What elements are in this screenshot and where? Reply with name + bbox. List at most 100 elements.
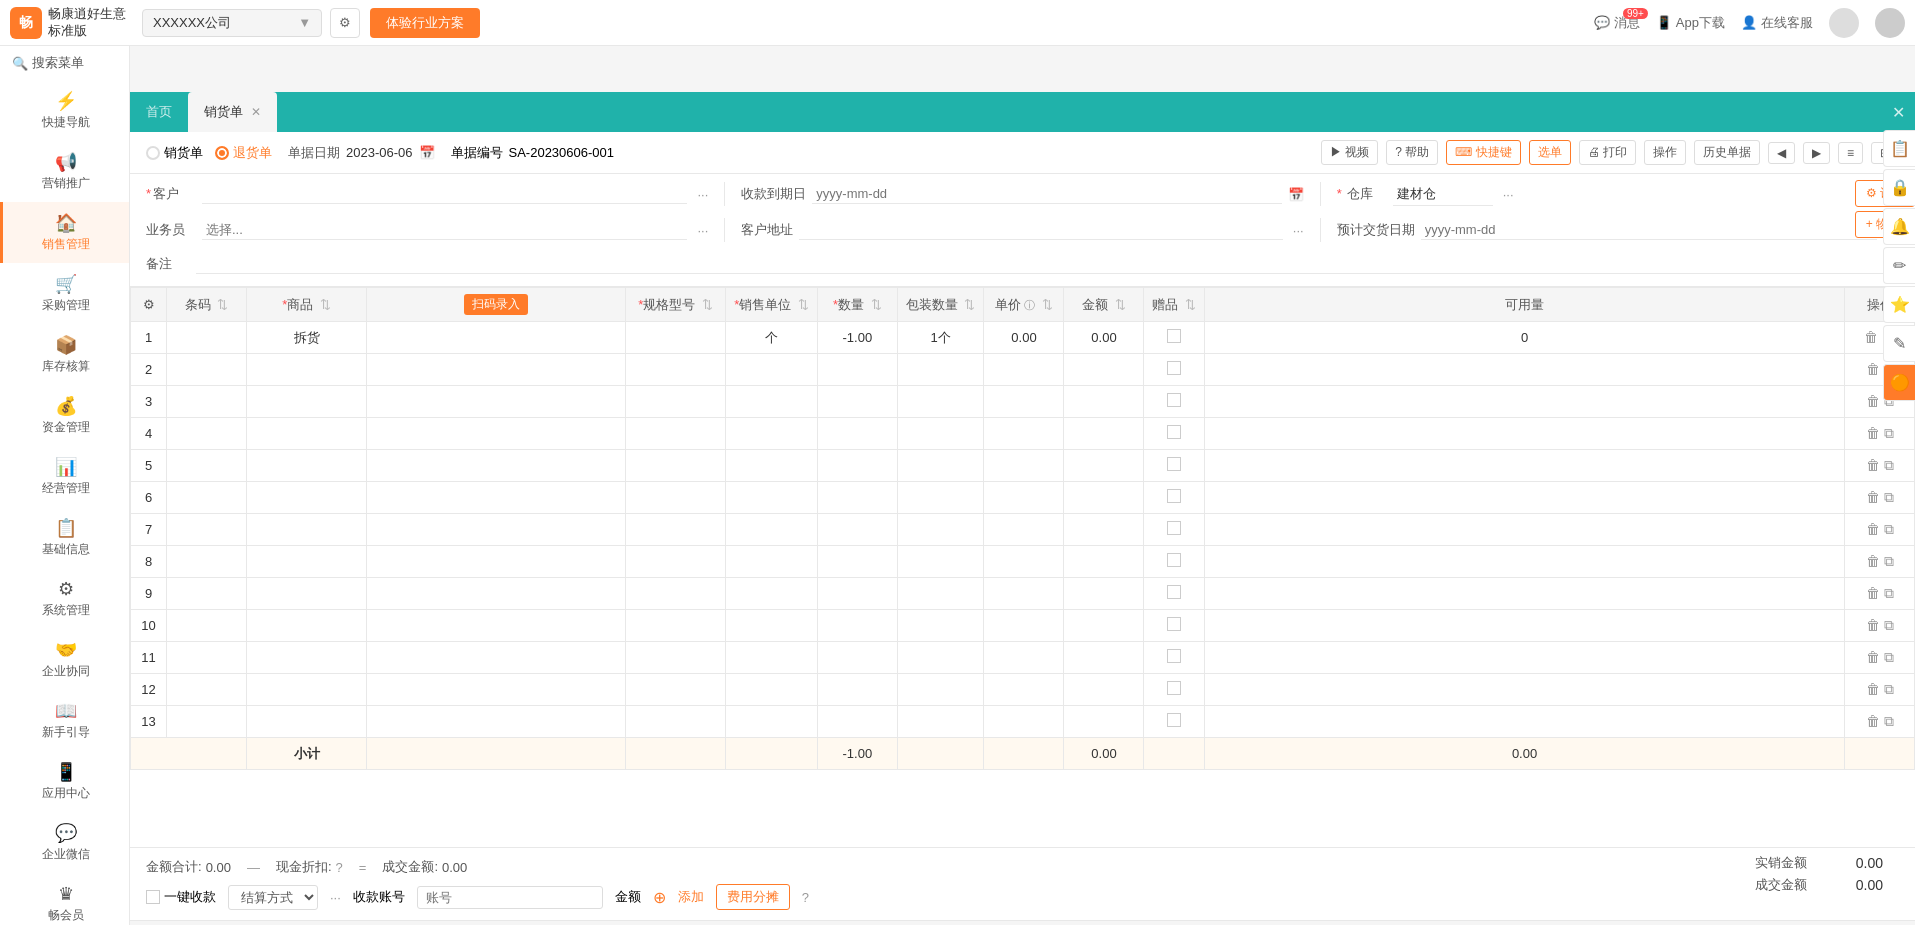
- avatar-2[interactable]: [1875, 8, 1905, 38]
- expense-question-icon[interactable]: ?: [802, 890, 809, 905]
- right-panel-btn-5[interactable]: ⭐: [1883, 286, 1915, 323]
- delete-btn[interactable]: 🗑: [1864, 647, 1882, 667]
- right-panel-btn-1[interactable]: 📋: [1883, 130, 1915, 167]
- add-label[interactable]: 添加: [678, 888, 704, 906]
- row-unit[interactable]: 个: [726, 322, 818, 354]
- help-btn[interactable]: ? 帮助: [1386, 140, 1438, 165]
- salesman-dots[interactable]: ···: [697, 223, 708, 238]
- shortcut-btn[interactable]: ⌨ 快捷键: [1446, 140, 1520, 165]
- delete-btn[interactable]: 🗑: [1864, 423, 1882, 443]
- sidebar-item-app-center[interactable]: 📱 应用中心: [0, 751, 129, 812]
- delete-btn[interactable]: 🗑: [1864, 519, 1882, 539]
- sidebar-item-operations[interactable]: 📊 经营管理: [0, 446, 129, 507]
- tab-sales[interactable]: 销货单 ✕: [188, 92, 277, 132]
- video-btn[interactable]: ▶ 视频: [1321, 140, 1378, 165]
- app-download-item[interactable]: 📱 App下载: [1656, 14, 1725, 32]
- row-barcode[interactable]: [167, 322, 247, 354]
- row-gift[interactable]: [1144, 322, 1205, 354]
- sidebar-item-finance[interactable]: 💰 资金管理: [0, 385, 129, 446]
- due-date-calendar-icon[interactable]: 📅: [1288, 187, 1304, 202]
- delete-btn[interactable]: 🗑: [1864, 711, 1882, 731]
- right-panel-btn-6[interactable]: ✎: [1883, 325, 1915, 362]
- one-click-payment-checkbox[interactable]: 一键收款: [146, 888, 216, 906]
- row-amount[interactable]: 0.00: [1064, 322, 1144, 354]
- trial-button[interactable]: 体验行业方案: [370, 8, 480, 38]
- sidebar-item-system[interactable]: ⚙ 系统管理: [0, 568, 129, 629]
- sidebar-item-beginner[interactable]: 📖 新手引导: [0, 690, 129, 751]
- expected-date-input[interactable]: [1421, 220, 1877, 240]
- sidebar-item-enterprise[interactable]: 🤝 企业协同: [0, 629, 129, 690]
- delete-btn[interactable]: 🗑: [1864, 551, 1882, 571]
- company-selector[interactable]: XXXXXX公司 ▼: [142, 9, 322, 37]
- calc-method-select[interactable]: 结算方式: [228, 885, 318, 910]
- copy-btn[interactable]: ⧉: [1882, 487, 1896, 508]
- question-icon[interactable]: ?: [336, 860, 343, 875]
- add-icon[interactable]: ⊕: [653, 888, 666, 907]
- sidebar-search[interactable]: 🔍 搜索菜单: [0, 46, 129, 80]
- sidebar-item-purchase[interactable]: 🛒 采购管理: [0, 263, 129, 324]
- online-service-item[interactable]: 👤 在线客服: [1741, 14, 1813, 32]
- right-panel-btn-4[interactable]: ✏: [1883, 247, 1915, 284]
- row-product[interactable]: 拆货: [247, 322, 367, 354]
- customer-input[interactable]: [202, 184, 687, 204]
- expense-btn[interactable]: 费用分摊: [716, 884, 790, 910]
- row-quantity[interactable]: -1.00: [817, 322, 897, 354]
- message-icon-item[interactable]: 💬 消息 99+: [1594, 14, 1640, 32]
- sidebar-item-base-info[interactable]: 📋 基础信息: [0, 507, 129, 568]
- operation-btn[interactable]: 操作: [1644, 140, 1686, 165]
- row-spec[interactable]: [626, 322, 726, 354]
- delete-btn[interactable]: 🗑: [1862, 327, 1880, 347]
- copy-btn[interactable]: ⧉: [1882, 679, 1896, 700]
- copy-btn[interactable]: ⧉: [1882, 551, 1896, 572]
- select-btn[interactable]: 选单: [1529, 140, 1571, 165]
- list-view-btn[interactable]: ≡: [1838, 142, 1863, 164]
- calendar-icon[interactable]: 📅: [419, 145, 435, 160]
- scan-btn[interactable]: 扫码录入: [464, 294, 528, 315]
- delete-btn[interactable]: 🗑: [1864, 391, 1882, 411]
- copy-btn[interactable]: ⧉: [1882, 583, 1896, 604]
- copy-btn[interactable]: ⧉: [1882, 615, 1896, 636]
- delete-btn[interactable]: 🗑: [1864, 583, 1882, 603]
- right-panel-btn-7[interactable]: 🟠: [1883, 364, 1915, 401]
- tab-close-icon[interactable]: ✕: [251, 105, 261, 119]
- history-btn[interactable]: 历史单据: [1694, 140, 1760, 165]
- delete-btn[interactable]: 🗑: [1864, 359, 1882, 379]
- tab-home[interactable]: 首页: [130, 92, 188, 132]
- sidebar-item-marketing[interactable]: 📢 营销推广: [0, 141, 129, 202]
- right-panel-btn-2[interactable]: 🔒: [1883, 169, 1915, 206]
- gift-checkbox[interactable]: [1167, 329, 1181, 343]
- delete-btn[interactable]: 🗑: [1864, 679, 1882, 699]
- print-btn[interactable]: 🖨 打印: [1579, 140, 1636, 165]
- copy-btn[interactable]: ⧉: [1882, 455, 1896, 476]
- sidebar-item-quick-nav[interactable]: ⚡ 快捷导航: [0, 80, 129, 141]
- row-unit-price[interactable]: 0.00: [984, 322, 1064, 354]
- radio-return-order[interactable]: 退货单: [215, 144, 272, 162]
- radio-sales-order[interactable]: 销货单: [146, 144, 203, 162]
- sidebar-item-wechat[interactable]: 💬 企业微信: [0, 812, 129, 873]
- settings-button[interactable]: ⚙: [330, 8, 360, 38]
- right-panel-btn-3[interactable]: 🔔: [1883, 208, 1915, 245]
- avatar[interactable]: [1829, 8, 1859, 38]
- nav-next-btn[interactable]: ▶: [1803, 142, 1830, 164]
- sidebar-item-sales[interactable]: 🏠 销售管理: [0, 202, 129, 263]
- close-all-tabs-icon[interactable]: ✕: [1892, 103, 1905, 122]
- col-scan[interactable]: 扫码录入: [367, 288, 626, 322]
- copy-btn[interactable]: ⧉: [1882, 423, 1896, 444]
- customer-addr-input[interactable]: [799, 220, 1282, 240]
- customer-dots[interactable]: ···: [697, 187, 708, 202]
- copy-btn[interactable]: ⧉: [1882, 711, 1896, 732]
- due-date-input[interactable]: [812, 184, 1281, 204]
- remark-input[interactable]: [196, 254, 1899, 274]
- sidebar-item-inventory[interactable]: 📦 库存核算: [0, 324, 129, 385]
- col-settings[interactable]: ⚙: [131, 288, 167, 322]
- delete-btn[interactable]: 🗑: [1864, 455, 1882, 475]
- nav-prev-btn[interactable]: ◀: [1768, 142, 1795, 164]
- account-input[interactable]: [417, 886, 603, 909]
- sidebar-item-member[interactable]: ♛ 畅会员: [0, 873, 129, 925]
- delete-btn[interactable]: 🗑: [1864, 615, 1882, 635]
- warehouse-dots[interactable]: ···: [1503, 187, 1514, 202]
- addr-dots[interactable]: ···: [1293, 223, 1304, 238]
- delete-btn[interactable]: 🗑: [1864, 487, 1882, 507]
- calc-method-dots[interactable]: ···: [330, 890, 341, 905]
- row-pkg-qty[interactable]: 1个: [897, 322, 984, 354]
